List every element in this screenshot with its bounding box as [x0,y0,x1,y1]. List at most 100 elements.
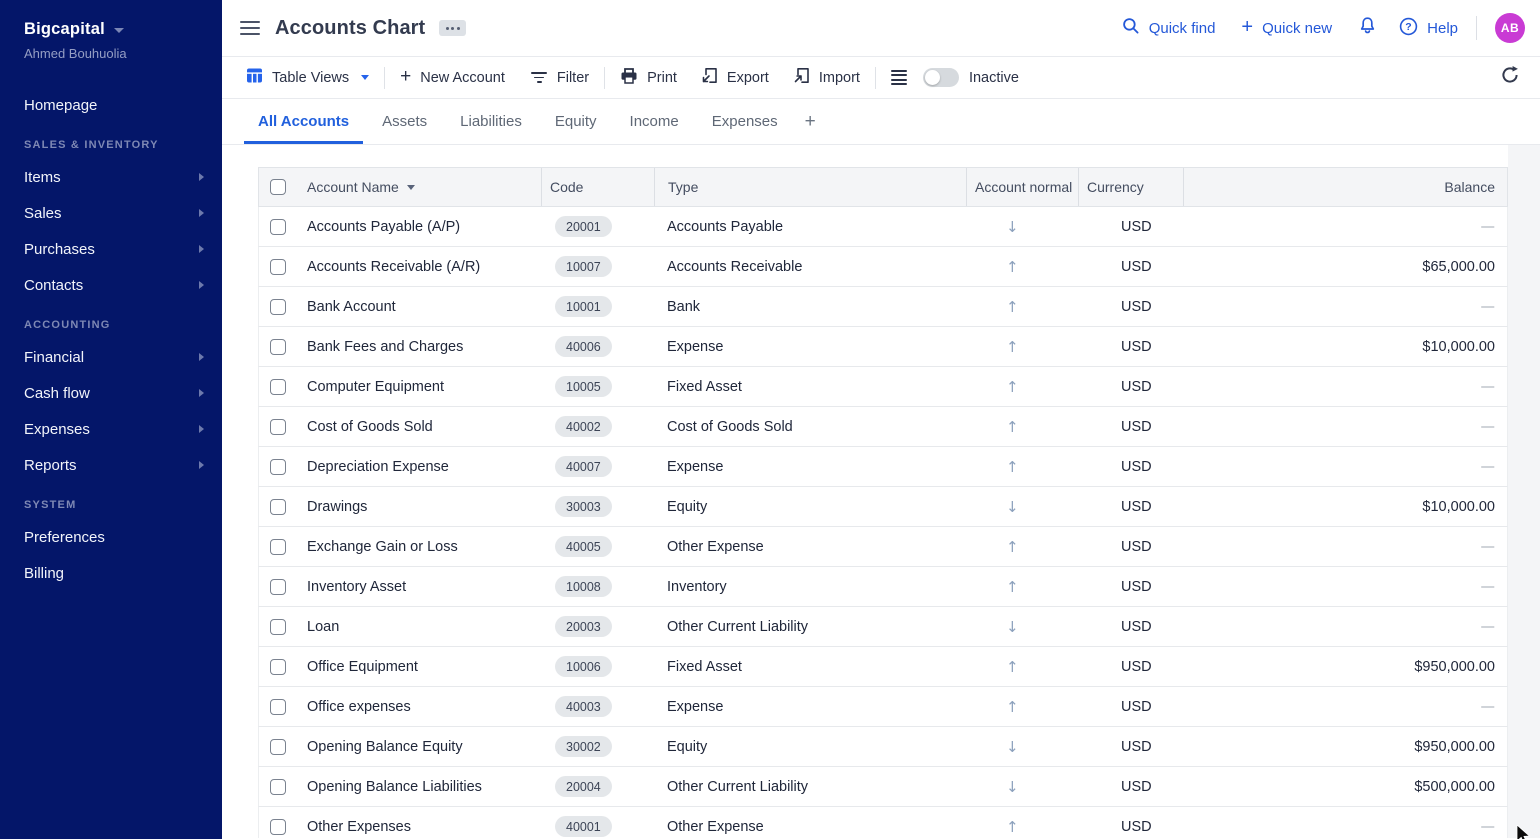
notifications-button[interactable] [1358,16,1377,40]
account-type-cell: Equity [654,499,966,515]
sidebar-item-items[interactable]: Items [0,159,222,195]
tab-income[interactable]: Income [630,99,679,144]
sidebar-item-expenses[interactable]: Expenses [0,411,222,447]
account-name-cell: Opening Balance Equity [297,739,541,755]
refresh-button[interactable] [1500,65,1520,90]
table-row[interactable]: Depreciation Expense40007Expense↑USD— [258,447,1508,487]
account-code-badge: 40006 [555,336,612,357]
quick-find-button[interactable]: Quick find [1122,17,1216,39]
table-row[interactable]: Office Equipment10006Fixed Asset↑USD$950… [258,647,1508,687]
table-row[interactable]: Loan20003Other Current Liability↓USD— [258,607,1508,647]
row-checkbox[interactable] [270,259,286,275]
topbar: Accounts Chart Quick find + Quick new [222,0,1540,57]
account-type-cell: Expense [654,459,966,475]
row-checkbox[interactable] [270,459,286,475]
row-checkbox[interactable] [270,299,286,315]
account-name-cell: Bank Fees and Charges [297,339,541,355]
row-checkbox[interactable] [270,699,286,715]
table-row[interactable]: Other Expenses40001Other Expense↑USD— [258,807,1508,838]
arrow-up-icon: ↑ [1006,338,1019,356]
sidebar-item-cash-flow[interactable]: Cash flow [0,375,222,411]
table-row[interactable]: Drawings30003Equity↓USD$10,000.00 [258,487,1508,527]
column-header-balance[interactable]: Balance [1183,168,1507,206]
toolbar-divider [604,67,605,89]
quick-new-button[interactable]: + Quick new [1241,19,1332,37]
sidebar-item-reports[interactable]: Reports [0,447,222,483]
table-row[interactable]: Accounts Receivable (A/R)10007Accounts R… [258,247,1508,287]
row-checkbox[interactable] [270,819,286,835]
row-checkbox[interactable] [270,339,286,355]
currency-cell: USD [1078,779,1183,795]
table-row[interactable]: Bank Fees and Charges40006Expense↑USD$10… [258,327,1508,367]
row-checkbox[interactable] [270,219,286,235]
sidebar-item-label: Preferences [24,529,105,546]
row-checkbox[interactable] [270,579,286,595]
column-header-type[interactable]: Type [654,168,966,206]
inactive-toggle[interactable] [923,68,959,87]
import-icon [793,67,810,88]
add-view-tab-button[interactable]: + [805,111,816,133]
select-all-checkbox[interactable] [270,179,286,195]
table-views-button[interactable]: Table Views [246,67,369,88]
column-header-code[interactable]: Code [541,168,654,206]
row-checkbox[interactable] [270,419,286,435]
column-header-account-normal[interactable]: Account normal [966,168,1078,206]
export-button[interactable]: Export [701,67,769,88]
more-options-button[interactable] [439,20,466,36]
sidebar-item-homepage[interactable]: Homepage [0,87,222,123]
tab-expenses[interactable]: Expenses [712,99,778,144]
organization-switcher[interactable]: Bigcapital [24,20,202,39]
sidebar-item-preferences[interactable]: Preferences [0,519,222,555]
sidebar-item-billing[interactable]: Billing [0,555,222,591]
sidebar-item-sales[interactable]: Sales [0,195,222,231]
row-checkbox[interactable] [270,779,286,795]
quick-find-label: Quick find [1149,20,1216,37]
refresh-icon [1500,65,1520,90]
balance-cell: $950,000.00 [1414,659,1495,675]
table-row[interactable]: Exchange Gain or Loss40005Other Expense↑… [258,527,1508,567]
user-avatar[interactable]: AB [1495,13,1525,43]
row-checkbox[interactable] [270,379,286,395]
table-row[interactable]: Inventory Asset10008Inventory↑USD— [258,567,1508,607]
import-button[interactable]: Import [793,67,860,88]
sidebar-item-financial[interactable]: Financial [0,339,222,375]
new-account-button[interactable]: + New Account [400,69,505,86]
scrollbar-gutter[interactable] [1508,145,1540,838]
tab-equity[interactable]: Equity [555,99,597,144]
table-row[interactable]: Opening Balance Equity30002Equity↓USD$95… [258,727,1508,767]
arrow-down-icon: ↓ [1006,498,1019,516]
table-row[interactable]: Office expenses40003Expense↑USD— [258,687,1508,727]
filter-label: Filter [557,70,589,86]
table-row[interactable]: Cost of Goods Sold40002Cost of Goods Sol… [258,407,1508,447]
column-header-currency[interactable]: Currency [1078,168,1183,206]
print-icon [620,68,638,88]
table-row[interactable]: Accounts Payable (A/P)20001Accounts Paya… [258,207,1508,247]
row-checkbox[interactable] [270,739,286,755]
print-button[interactable]: Print [620,68,677,88]
chevron-right-icon [199,209,204,217]
filter-button[interactable]: Filter [531,70,589,86]
balance-cell: $65,000.00 [1422,259,1495,275]
column-header-account-name[interactable]: Account Name [297,168,541,206]
currency-cell: USD [1078,379,1183,395]
sidebar-item-contacts[interactable]: Contacts [0,267,222,303]
table-row[interactable]: Computer Equipment10005Fixed Asset↑USD— [258,367,1508,407]
table-row[interactable]: Opening Balance Liabilities20004Other Cu… [258,767,1508,807]
row-checkbox[interactable] [270,659,286,675]
table-row[interactable]: Bank Account10001Bank↑USD— [258,287,1508,327]
sidebar-item-purchases[interactable]: Purchases [0,231,222,267]
row-checkbox[interactable] [270,619,286,635]
search-icon [1122,17,1140,39]
row-density-icon[interactable] [891,70,907,85]
row-checkbox[interactable] [270,499,286,515]
row-checkbox[interactable] [270,539,286,555]
tab-assets[interactable]: Assets [382,99,427,144]
sidebar-item-label: Sales [24,205,62,222]
account-name-cell: Exchange Gain or Loss [297,539,541,555]
sort-caret-icon [407,185,415,190]
tab-all-accounts[interactable]: All Accounts [258,99,349,144]
sidebar-toggle-icon[interactable] [240,21,260,35]
tab-liabilities[interactable]: Liabilities [460,99,522,144]
filter-icon [531,72,548,84]
help-button[interactable]: ? Help [1399,17,1458,40]
